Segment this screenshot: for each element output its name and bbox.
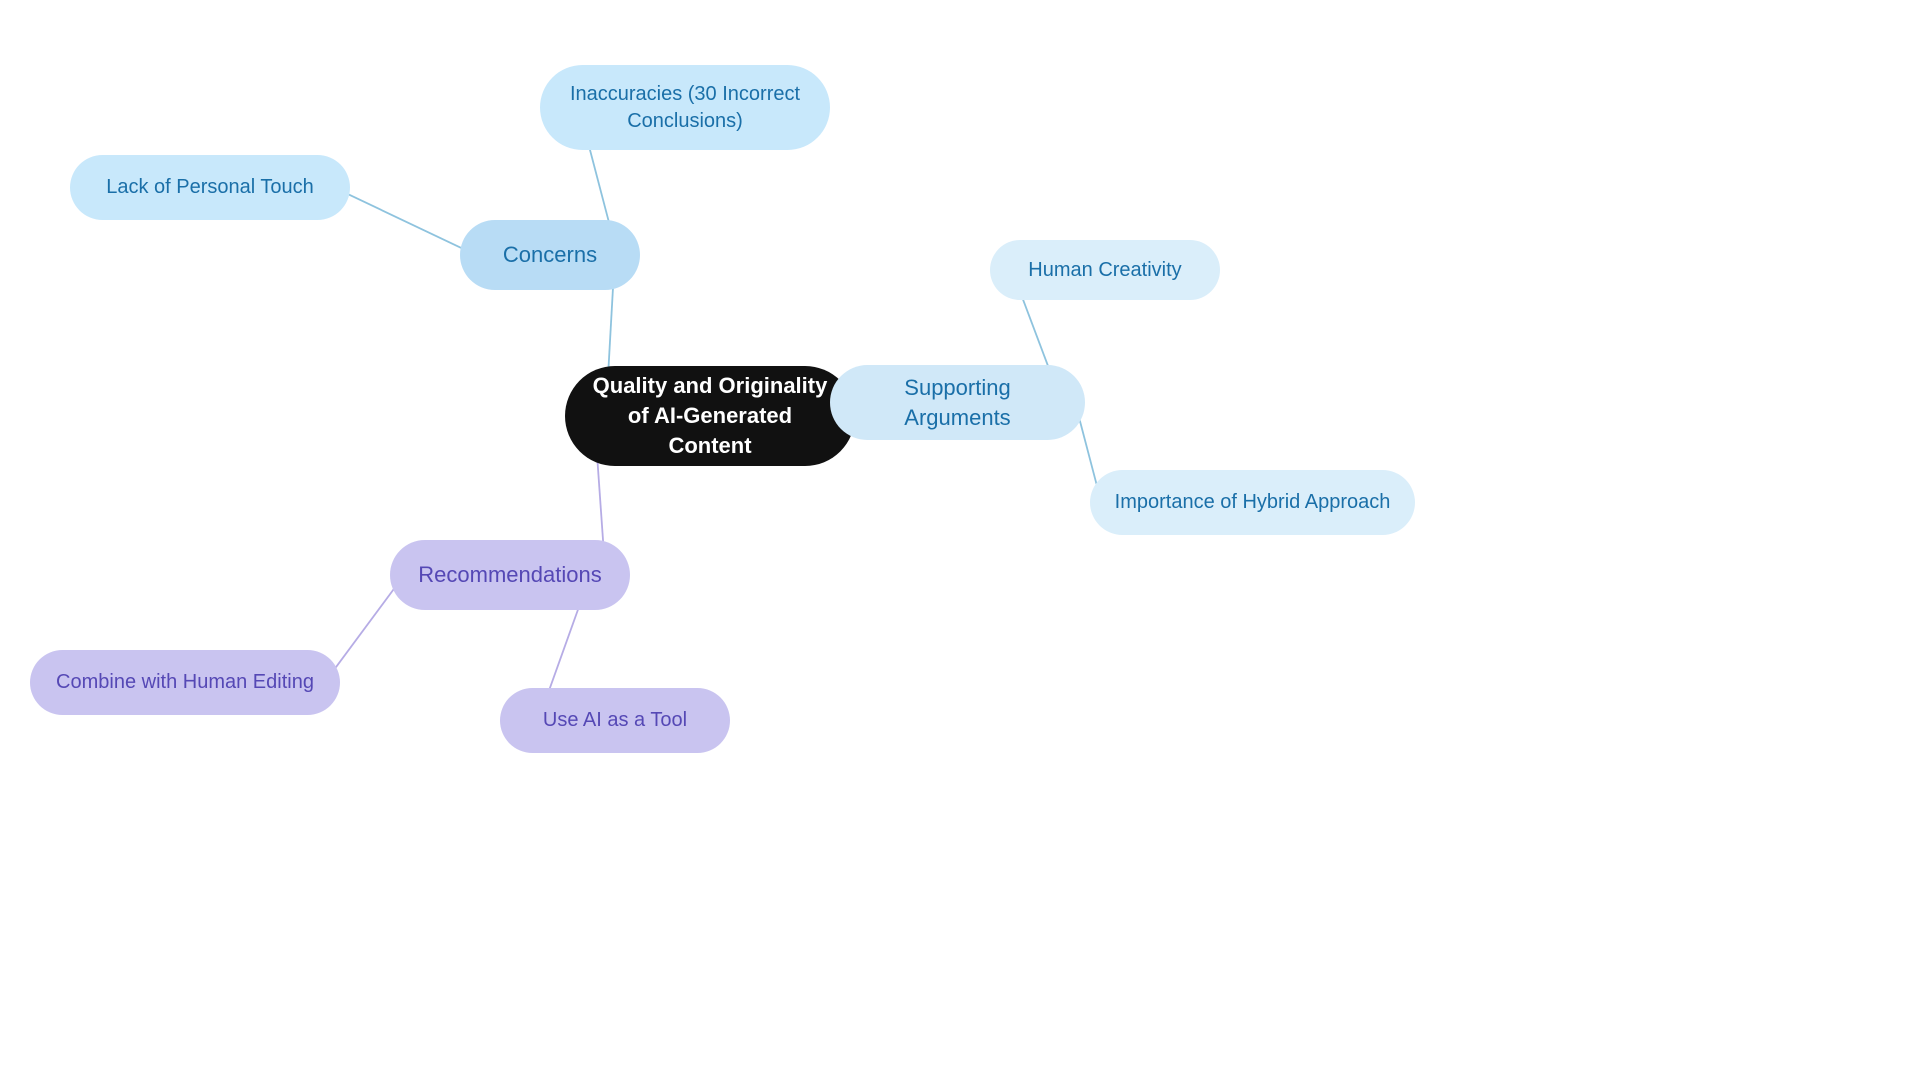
recommendations-node: Recommendations <box>390 540 630 610</box>
concerns-node: Concerns <box>460 220 640 290</box>
inaccuracies-label: Inaccuracies (30 Incorrect Conclusions) <box>564 81 806 135</box>
supporting-args-label: Supporting Arguments <box>854 373 1061 432</box>
central-node: Quality and Originality of AI-Generated … <box>565 366 855 466</box>
lack-of-personal-touch-node: Lack of Personal Touch <box>70 155 350 220</box>
use-ai-tool-node: Use AI as a Tool <box>500 688 730 753</box>
concerns-label: Concerns <box>503 240 597 270</box>
recommendations-label: Recommendations <box>418 560 601 590</box>
combine-human-editing-node: Combine with Human Editing <box>30 650 340 715</box>
central-label: Quality and Originality of AI-Generated … <box>589 371 831 460</box>
importance-hybrid-label: Importance of Hybrid Approach <box>1115 489 1391 516</box>
importance-hybrid-node: Importance of Hybrid Approach <box>1090 470 1415 535</box>
combine-human-label: Combine with Human Editing <box>56 669 314 696</box>
inaccuracies-node: Inaccuracies (30 Incorrect Conclusions) <box>540 65 830 150</box>
supporting-arguments-node: Supporting Arguments <box>830 365 1085 440</box>
use-ai-label: Use AI as a Tool <box>543 707 687 734</box>
lack-of-personal-label: Lack of Personal Touch <box>106 174 314 201</box>
human-creativity-node: Human Creativity <box>990 240 1220 300</box>
human-creativity-label: Human Creativity <box>1028 257 1181 284</box>
